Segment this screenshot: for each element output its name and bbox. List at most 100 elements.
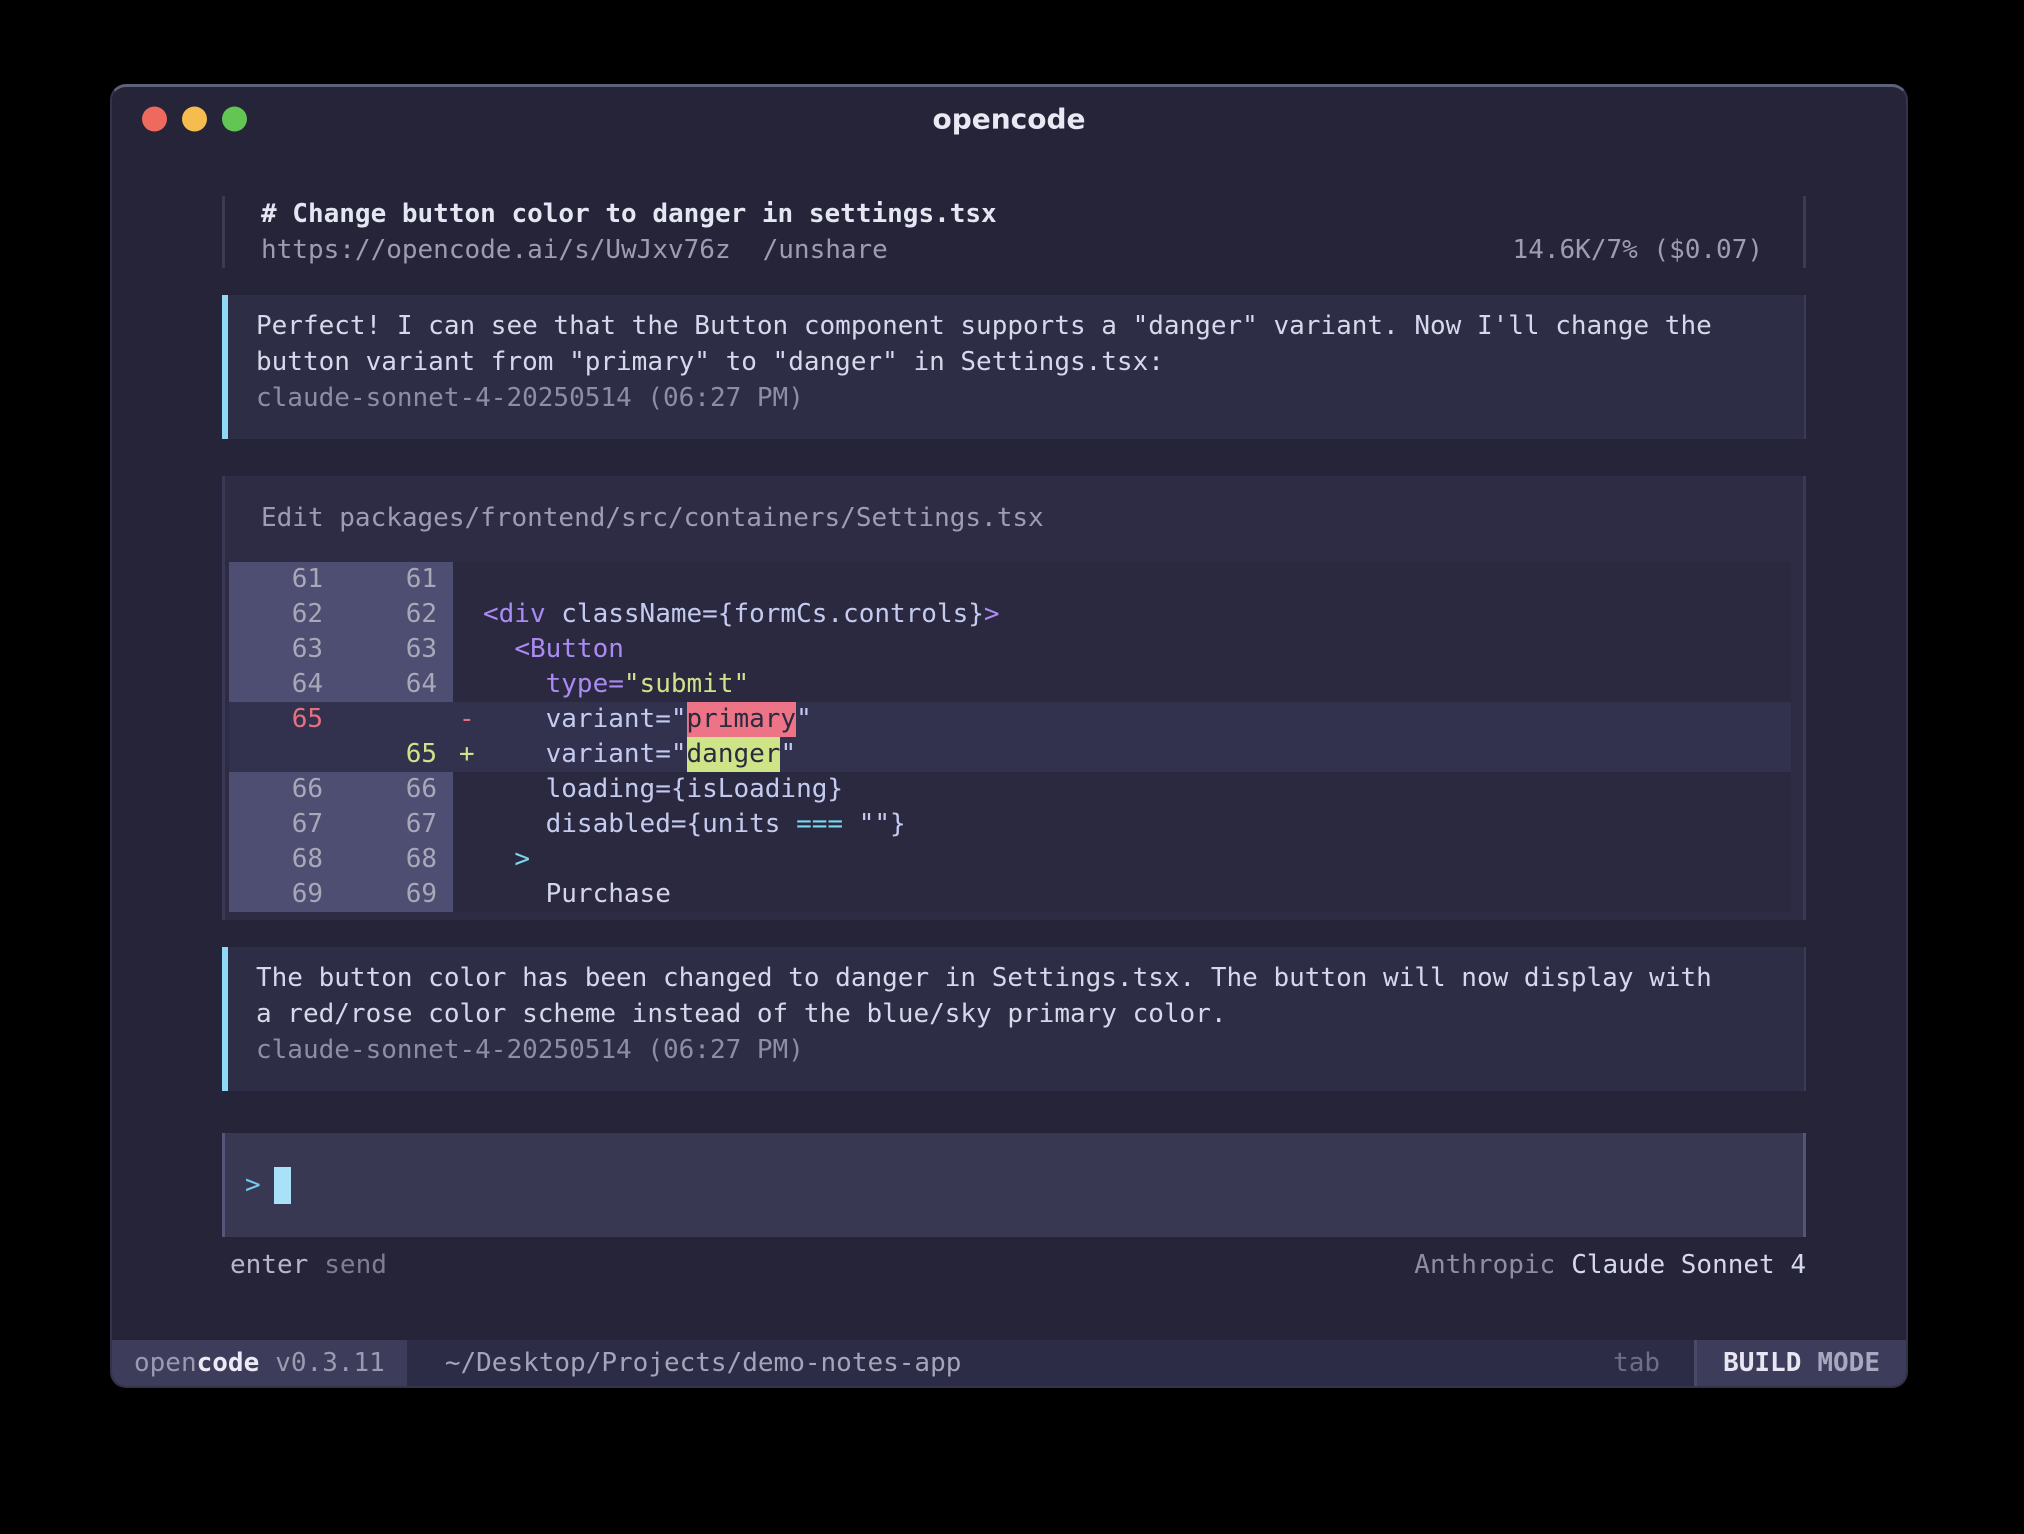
old-line-number: 64 — [229, 667, 323, 702]
edit-tool-card: Edit packages/frontend/src/containers/Se… — [222, 476, 1806, 920]
diff-view: 61616262 <div className={formCs.controls}… — [229, 562, 1791, 912]
diff-row: 6363 <Button — [229, 632, 1791, 667]
diff-code-line: variant="primary" — [483, 702, 1791, 737]
old-line-number: 68 — [229, 842, 323, 877]
share-row: https://opencode.ai/s/UwJxv76z/unshare — [261, 232, 888, 268]
old-line-number: 66 — [229, 772, 323, 807]
enter-key-hint: enter — [230, 1250, 308, 1280]
mode-name: BUILD — [1723, 1348, 1801, 1378]
diff-marker — [453, 807, 483, 842]
diff-code-line — [483, 562, 1791, 597]
diff-marker — [453, 667, 483, 702]
working-directory: ~/Desktop/Projects/demo-notes-app — [445, 1340, 962, 1386]
diff-code-line: > — [483, 842, 1791, 877]
diff-marker — [453, 877, 483, 912]
opencode-window: opencode # Change button color to danger… — [110, 84, 1908, 1388]
hint-row: enter send Anthropic Claude Sonnet 4 — [222, 1247, 1806, 1283]
diff-code-line: Purchase — [483, 877, 1791, 912]
new-line-number: 69 — [323, 877, 437, 912]
model-info: Anthropic Claude Sonnet 4 — [1414, 1247, 1806, 1283]
old-line-number: 65 — [229, 702, 323, 737]
model-label: Claude Sonnet 4 — [1571, 1250, 1806, 1280]
status-bar-right: tab BUILD MODE — [1613, 1340, 1906, 1386]
new-line-number: 64 — [323, 667, 437, 702]
diff-marker — [453, 632, 483, 667]
status-bar: opencode v0.3.11 ~/Desktop/Projects/demo-… — [112, 1340, 1906, 1386]
text-cursor — [274, 1167, 291, 1204]
session-view: # Change button color to danger in setti… — [112, 196, 1906, 1283]
mode-badge[interactable]: BUILD MODE — [1694, 1340, 1906, 1386]
new-line-number — [323, 702, 437, 737]
share-url[interactable]: https://opencode.ai/s/UwJxv76z — [261, 235, 731, 265]
old-line-number: 67 — [229, 807, 323, 842]
prompt-input[interactable]: > — [222, 1133, 1806, 1237]
diff-code-line: loading={isLoading} — [483, 772, 1791, 807]
diff-row: 65 - variant="primary" — [229, 702, 1791, 737]
old-line-number: 61 — [229, 562, 323, 597]
diff-code-line: disabled={units === ""} — [483, 807, 1791, 842]
diff-row: 6161 — [229, 562, 1791, 597]
diff-gutter: 6161 — [229, 562, 453, 597]
diff-marker — [453, 597, 483, 632]
tab-key-hint: tab — [1613, 1340, 1660, 1386]
diff-code-line: <div className={formCs.controls}> — [483, 597, 1791, 632]
edit-tool-title: Edit packages/frontend/src/containers/Se… — [225, 500, 1803, 536]
new-line-number: 61 — [323, 562, 437, 597]
message-line: button variant from "primary" to "danger… — [256, 344, 1774, 380]
diff-row: 65 + variant="danger" — [229, 737, 1791, 772]
new-line-number: 66 — [323, 772, 437, 807]
send-action-label: send — [324, 1250, 387, 1280]
assistant-message: The button color has been changed to dan… — [222, 947, 1806, 1091]
old-line-number: 62 — [229, 597, 323, 632]
app-name-code: code — [197, 1348, 260, 1378]
diff-row: 6262 <div className={formCs.controls}> — [229, 597, 1791, 632]
diff-marker: - — [453, 702, 483, 737]
diff-code-line: type="submit" — [483, 667, 1791, 702]
diff-gutter: 6666 — [229, 772, 453, 807]
diff-gutter: 6464 — [229, 667, 453, 702]
diff-gutter: 65 — [229, 737, 453, 772]
diff-row: 6666 loading={isLoading} — [229, 772, 1791, 807]
app-version-badge: opencode v0.3.11 — [112, 1340, 407, 1386]
old-line-number: 63 — [229, 632, 323, 667]
context-stats: 14.6K/7% ($0.07) — [1513, 232, 1763, 268]
diff-gutter: 65 — [229, 702, 453, 737]
session-subheader: https://opencode.ai/s/UwJxv76z/unshare 1… — [261, 232, 1763, 268]
new-line-number: 62 — [323, 597, 437, 632]
diff-row: 6767 disabled={units === ""} — [229, 807, 1791, 842]
prompt-symbol: > — [245, 1167, 261, 1203]
diff-marker: + — [453, 737, 483, 772]
titlebar: opencode — [112, 87, 1906, 151]
message-line: Perfect! I can see that the Button compo… — [256, 308, 1774, 344]
diff-gutter: 6868 — [229, 842, 453, 877]
diff-marker — [453, 562, 483, 597]
unshare-command: /unshare — [763, 235, 888, 265]
app-version: v0.3.11 — [275, 1348, 385, 1378]
app-name-open: open — [134, 1348, 197, 1378]
new-line-number: 68 — [323, 842, 437, 877]
diff-gutter: 6969 — [229, 877, 453, 912]
diff-row: 6868 > — [229, 842, 1791, 877]
diff-gutter: 6767 — [229, 807, 453, 842]
diff-gutter: 6363 — [229, 632, 453, 667]
send-hint: enter send — [230, 1247, 387, 1283]
old-line-number — [229, 737, 323, 772]
assistant-message: Perfect! I can see that the Button compo… — [222, 295, 1806, 439]
message-meta: claude-sonnet-4-20250514 (06:27 PM) — [256, 1032, 1774, 1068]
mode-suffix: MODE — [1817, 1348, 1880, 1378]
message-line: The button color has been changed to dan… — [256, 960, 1774, 996]
provider-label: Anthropic — [1414, 1250, 1555, 1280]
diff-code-line: variant="danger" — [483, 737, 1791, 772]
new-line-number: 65 — [323, 737, 437, 772]
diff-row: 6969 Purchase — [229, 877, 1791, 912]
diff-row: 6464 type="submit" — [229, 667, 1791, 702]
diff-marker — [453, 772, 483, 807]
diff-gutter: 6262 — [229, 597, 453, 632]
session-header: # Change button color to danger in setti… — [222, 196, 1806, 268]
message-meta: claude-sonnet-4-20250514 (06:27 PM) — [256, 380, 1774, 416]
window-title: opencode — [112, 103, 1906, 136]
diff-code-line: <Button — [483, 632, 1791, 667]
new-line-number: 63 — [323, 632, 437, 667]
session-title: # Change button color to danger in setti… — [261, 196, 1763, 232]
old-line-number: 69 — [229, 877, 323, 912]
